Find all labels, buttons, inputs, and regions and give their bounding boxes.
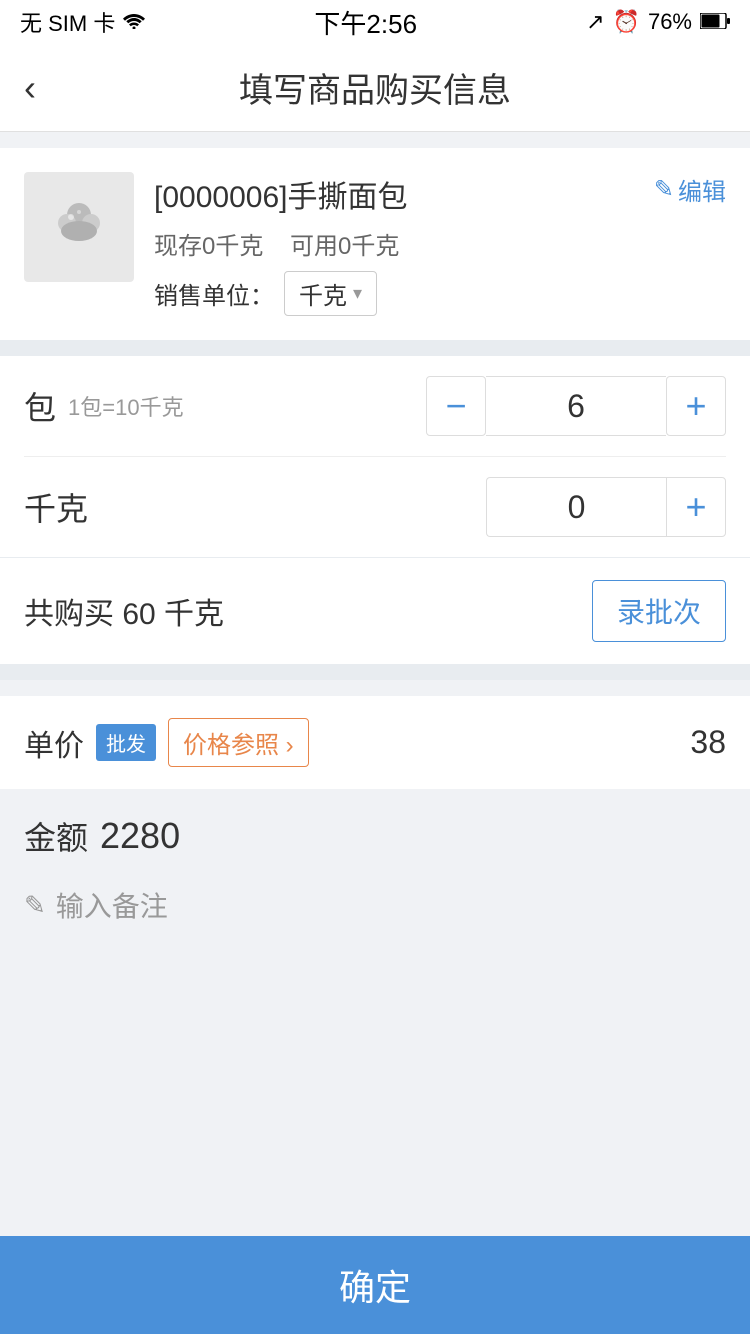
amount-section: 金额 2280 ✎ 输入备注 (0, 789, 750, 949)
edit-label: 编辑 (678, 172, 726, 207)
nav-bar: ‹ 填写商品购买信息 (0, 44, 750, 132)
battery-icon (700, 9, 730, 35)
separator-2 (0, 664, 750, 680)
edit-icon: ✎ (654, 175, 674, 204)
pack-row: 包 1包=10千克 − + (24, 356, 726, 457)
kg-label: 千克 (24, 484, 88, 530)
pack-quantity-control: − + (426, 376, 726, 436)
location-icon: ↗ (586, 9, 604, 35)
price-badge: 批发 (96, 724, 156, 761)
wifi-icon (123, 9, 145, 35)
no-sim-text: 无 SIM 卡 (20, 6, 115, 38)
product-image (24, 172, 134, 282)
product-card: [0000006]手撕面包 现存0千克 可用0千克 销售单位： 千克 ▾ ✎ 编… (0, 148, 750, 340)
amount-row: 金额 2280 (24, 813, 726, 875)
kg-row: 千克 + (24, 457, 726, 557)
product-unit-row: 销售单位： 千克 ▾ (154, 271, 726, 316)
battery-text: 76% (648, 9, 692, 35)
price-section: 单价 批发 价格参照 › 38 (0, 696, 750, 789)
price-label: 单价 (24, 721, 84, 765)
batch-button[interactable]: 录批次 (592, 580, 726, 642)
edit-button[interactable]: ✎ 编辑 (654, 172, 726, 207)
pack-decrease-button[interactable]: − (426, 376, 486, 436)
amount-label: 金额 (24, 813, 88, 859)
product-thumbnail-icon (49, 197, 109, 257)
product-name: [0000006]手撕面包 (154, 172, 726, 216)
status-right: ↗ ⏰ 76% (586, 9, 730, 35)
unit-select[interactable]: 千克 ▾ (284, 271, 377, 316)
stock-text: 现存0千克 (154, 233, 263, 260)
price-value: 38 (690, 724, 726, 761)
empty-space (0, 949, 750, 1249)
product-stock: 现存0千克 可用0千克 (154, 226, 726, 261)
status-bar: 无 SIM 卡 下午2:56 ↗ ⏰ 76% (0, 0, 750, 44)
unit-label: 销售单位： (154, 276, 274, 311)
status-left: 无 SIM 卡 (20, 6, 145, 38)
price-row: 单价 批发 价格参照 › 38 (24, 718, 726, 767)
amount-value: 2280 (100, 815, 180, 857)
kg-increase-button[interactable]: + (666, 477, 726, 537)
product-info: [0000006]手撕面包 现存0千克 可用0千克 销售单位： 千克 ▾ (154, 172, 726, 316)
pencil-icon: ✎ (24, 890, 46, 921)
pack-form-section: 包 1包=10千克 − + 千克 + (0, 356, 750, 557)
pack-label: 包 1包=10千克 (24, 383, 184, 429)
pack-label-text: 包 (24, 383, 56, 429)
pack-increase-button[interactable]: + (666, 376, 726, 436)
back-button[interactable]: ‹ (24, 67, 36, 109)
kg-quantity-input[interactable] (486, 477, 666, 537)
kg-label-text: 千克 (24, 484, 88, 530)
price-left: 单价 批发 价格参照 › (24, 718, 309, 767)
unit-value: 千克 (299, 276, 347, 311)
page-title: 填写商品购买信息 (239, 63, 511, 112)
pack-quantity-input[interactable] (486, 376, 666, 436)
total-text: 共购买 60 千克 (24, 589, 224, 633)
chevron-down-icon: ▾ (353, 283, 362, 304)
remark-row[interactable]: ✎ 输入备注 (24, 875, 726, 949)
available-text: 可用0千克 (290, 233, 399, 260)
status-time: 下午2:56 (314, 4, 417, 41)
remark-placeholder: 输入备注 (56, 885, 168, 925)
price-ref-button[interactable]: 价格参照 › (168, 718, 309, 767)
alarm-icon: ⏰ (613, 9, 640, 35)
total-row: 共购买 60 千克 录批次 (0, 557, 750, 664)
confirm-bar[interactable]: 确定 (0, 1236, 750, 1334)
confirm-text: 确定 (339, 1259, 411, 1311)
pack-sub-text: 1包=10千克 (68, 390, 184, 422)
separator-1 (0, 340, 750, 356)
kg-quantity-control: + (486, 477, 726, 537)
